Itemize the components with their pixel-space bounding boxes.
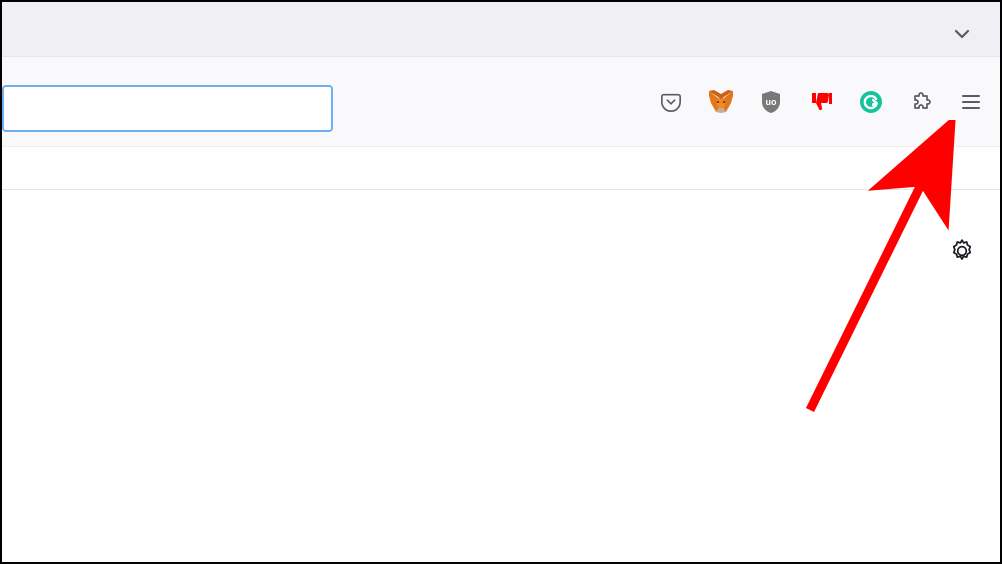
content-divider: [2, 189, 1000, 190]
grammarly-button[interactable]: [856, 87, 886, 117]
hamburger-menu-button[interactable]: [956, 87, 986, 117]
extensions-button[interactable]: [906, 87, 936, 117]
puzzle-piece-icon: [910, 91, 932, 113]
metamask-fox-icon: [708, 90, 734, 114]
dislike-button[interactable]: [806, 87, 836, 117]
tabs-dropdown-button[interactable]: [948, 20, 976, 48]
grammarly-icon: [859, 90, 883, 114]
gear-icon: [949, 238, 975, 264]
ublock-shield-icon: uo: [760, 90, 782, 114]
chevron-down-icon: [952, 24, 972, 44]
url-input[interactable]: [2, 85, 333, 132]
metamask-button[interactable]: [706, 87, 736, 117]
pocket-button[interactable]: [656, 87, 686, 117]
ublock-button[interactable]: uo: [756, 87, 786, 117]
content-area: [2, 147, 1000, 562]
pocket-icon: [660, 91, 682, 113]
svg-text:uo: uo: [766, 97, 777, 107]
hamburger-icon: [960, 91, 982, 113]
thumbs-down-icon: [809, 91, 833, 113]
toolbar-icons: uo: [656, 57, 986, 146]
tab-strip: [2, 2, 1000, 57]
settings-button[interactable]: [944, 233, 980, 269]
browser-toolbar: uo: [2, 57, 1000, 147]
